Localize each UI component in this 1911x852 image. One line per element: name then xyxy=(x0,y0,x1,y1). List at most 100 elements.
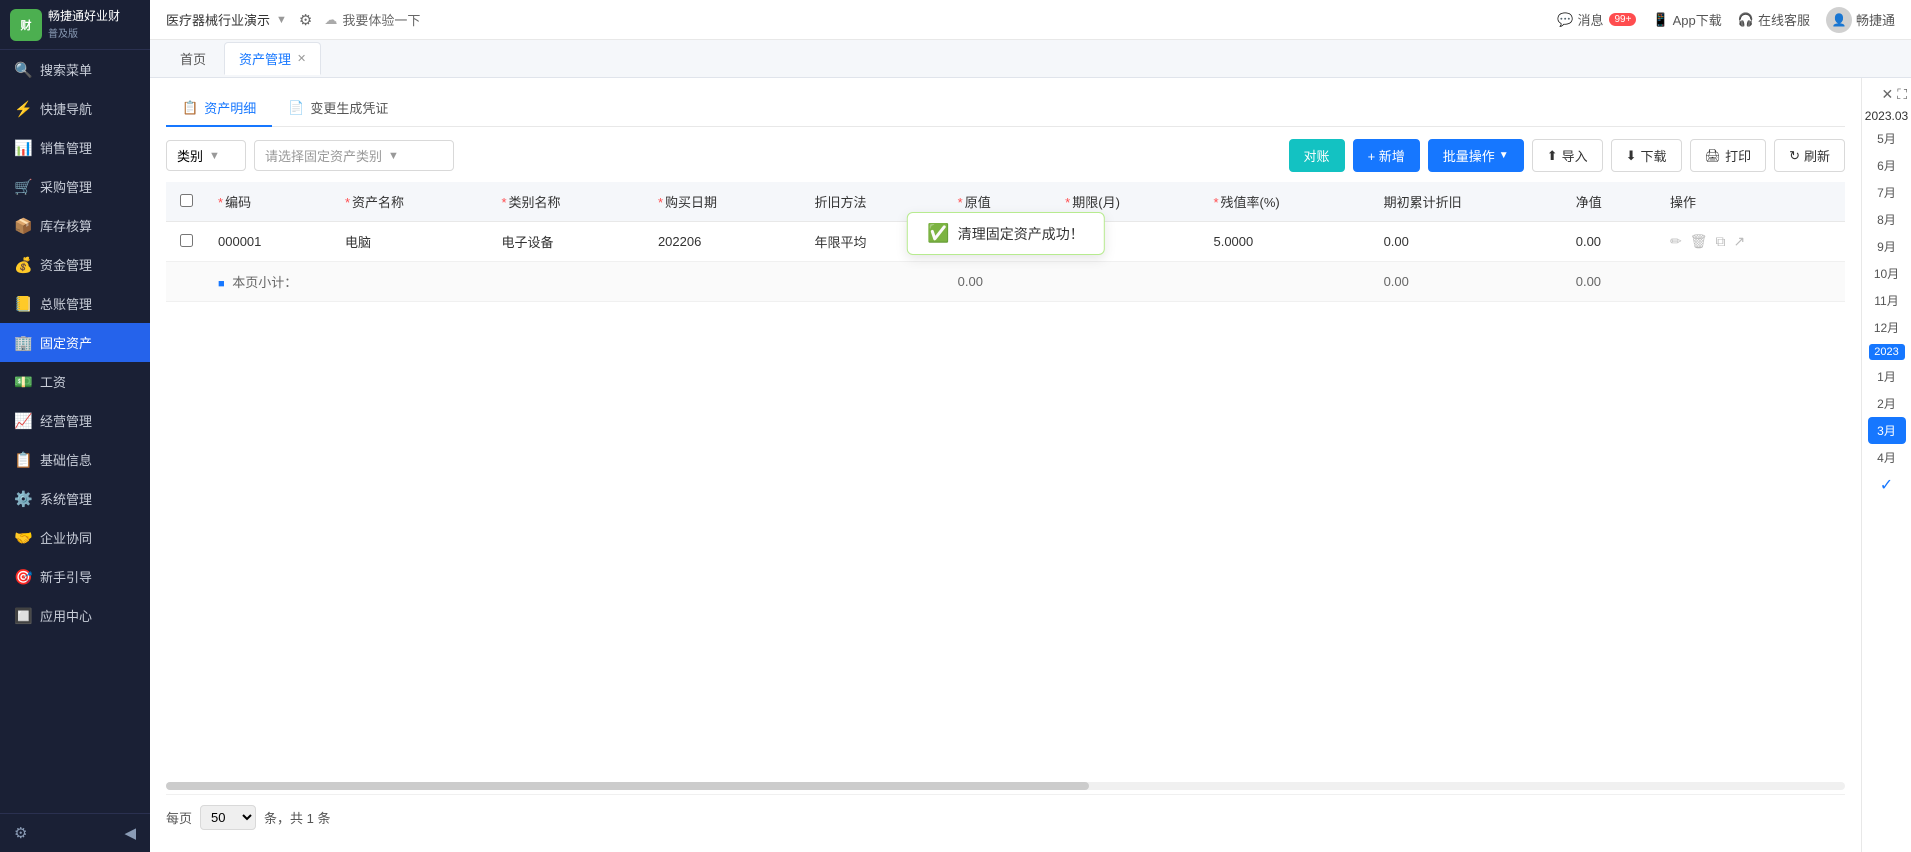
sidebar: 财 畅捷通好业财 普及版 🔍搜索菜单⚡快捷导航📊销售管理🛒采购管理📦库存核算💰资… xyxy=(0,0,150,852)
page-size-select[interactable]: 50 100 200 xyxy=(200,805,256,830)
purchase-icon: 🛒 xyxy=(14,178,32,196)
category-input-arrow-icon: ▼ xyxy=(388,150,399,162)
reconcile-button[interactable]: 对账 xyxy=(1289,139,1345,172)
ledger-icon: 📒 xyxy=(14,295,32,313)
toolbar: 类别 ▼ 请选择固定资产类别 ▼ 对账 + 新增 xyxy=(166,139,1845,172)
month-item-4月[interactable]: 4月 xyxy=(1868,444,1906,471)
month-item-6月[interactable]: 6月 xyxy=(1868,152,1906,179)
sidebar-item-basic[interactable]: 📋基础信息 xyxy=(0,440,150,479)
company-dropdown-icon: ▼ xyxy=(276,14,287,26)
sidebar-item-purchase[interactable]: 🛒采购管理 xyxy=(0,167,150,206)
expand-panel-icon[interactable]: ⛶ xyxy=(1897,86,1907,103)
sidebar-item-quicknav[interactable]: ⚡快捷导航 xyxy=(0,89,150,128)
sidebar-bottom: ⚙ ◀ xyxy=(0,813,150,852)
page-content: 📋 资产明细 📄 变更生成凭证 类别 ▼ 请选择固定资产类别 xyxy=(150,78,1861,852)
sidebar-item-ops[interactable]: 📈经营管理 xyxy=(0,401,150,440)
sidebar-item-label-inventory: 库存核算 xyxy=(40,216,92,235)
settings-gear-icon[interactable]: ⚙ xyxy=(299,11,312,29)
sub-tabs: 📋 资产明细 📄 变更生成凭证 xyxy=(166,90,1845,127)
download-button[interactable]: ⬇ 下载 xyxy=(1611,139,1682,172)
month-item-10月[interactable]: 10月 xyxy=(1868,260,1906,287)
user-profile[interactable]: 👤 畅捷通 xyxy=(1826,7,1895,33)
category-input[interactable]: 请选择固定资产类别 ▼ xyxy=(254,140,454,171)
sidebar-item-appstore[interactable]: 🔲应用中心 xyxy=(0,596,150,635)
right-panel: ✕ ⛶ 2023.03 5月6月7月8月9月10月11月12月20231月2月3… xyxy=(1861,78,1911,852)
collapse-icon[interactable]: ◀ xyxy=(124,824,136,842)
sidebar-item-label-ops: 经营管理 xyxy=(40,411,92,430)
sidebar-item-system[interactable]: ⚙️系统管理 xyxy=(0,479,150,518)
sidebar-item-label-sales: 销售管理 xyxy=(40,138,92,157)
horizontal-scrollbar[interactable] xyxy=(166,782,1845,790)
sidebar-item-sales[interactable]: 📊销售管理 xyxy=(0,128,150,167)
settings-icon[interactable]: ⚙ xyxy=(14,824,27,842)
close-panel-icon[interactable]: ✕ xyxy=(1881,86,1893,103)
sub-tab-asset-detail[interactable]: 📋 资产明细 xyxy=(166,90,272,127)
select-all-checkbox[interactable] xyxy=(180,194,193,207)
service-label: 在线客服 xyxy=(1758,10,1810,29)
sidebar-logo: 财 畅捷通好业财 普及版 xyxy=(0,0,150,50)
edit-icon[interactable]: ✏ xyxy=(1670,233,1682,250)
company-selector[interactable]: 医疗器械行业演示 ▼ xyxy=(166,10,287,29)
app-download-button[interactable]: 📱 App下载 xyxy=(1652,10,1721,29)
sidebar-item-salary[interactable]: 💵工资 xyxy=(0,362,150,401)
tab-asset-management[interactable]: 资产管理 ✕ xyxy=(224,42,321,75)
sidebar-item-ledger[interactable]: 📒总账管理 xyxy=(0,284,150,323)
experience-button[interactable]: ☁ 我要体验一下 xyxy=(324,10,420,29)
batch-button[interactable]: 批量操作 ▼ xyxy=(1428,139,1524,172)
category-filter[interactable]: 类别 ▼ xyxy=(166,140,246,171)
experience-label: 我要体验一下 xyxy=(342,10,420,29)
table-container: ✅ 清理固定资产成功！ *编码 *资产名称 *类别名称 *购买日期 xyxy=(166,182,1845,778)
notifications-button[interactable]: 💬 消息 99+ xyxy=(1557,10,1636,29)
logo-icon: 财 xyxy=(10,9,42,41)
notification-badge: 99+ xyxy=(1609,13,1636,26)
header-category: *类别名称 xyxy=(489,182,646,222)
category-placeholder: 请选择固定资产类别 xyxy=(265,146,382,165)
more-icon[interactable]: ↗ xyxy=(1733,233,1745,250)
row-checkbox[interactable] xyxy=(180,234,193,247)
tab-close-icon[interactable]: ✕ xyxy=(297,52,306,65)
subtotal-empty-check xyxy=(166,262,206,302)
sub-tab-voucher[interactable]: 📄 变更生成凭证 xyxy=(272,90,404,127)
delete-icon[interactable]: 🗑 xyxy=(1690,233,1708,250)
month-item-2月[interactable]: 2月 xyxy=(1868,390,1906,417)
print-icon: 🖨 xyxy=(1705,148,1722,164)
month-item-8月[interactable]: 8月 xyxy=(1868,206,1906,233)
header-checkbox-cell xyxy=(166,182,206,222)
month-item-5月[interactable]: 5月 xyxy=(1868,125,1906,152)
confirm-icon[interactable]: ✓ xyxy=(1880,475,1893,495)
online-service-button[interactable]: 🎧 在线客服 xyxy=(1738,10,1810,29)
refresh-label: 刷新 xyxy=(1804,146,1830,165)
sidebar-item-funds[interactable]: 💰资金管理 xyxy=(0,245,150,284)
appstore-icon: 🔲 xyxy=(14,607,32,625)
voucher-icon: 📄 xyxy=(288,100,304,116)
subtotal-net-value: 0.00 xyxy=(1564,262,1658,302)
month-item-12月[interactable]: 12月 xyxy=(1868,314,1906,341)
scrollbar-thumb xyxy=(166,782,1089,790)
category-arrow-icon: ▼ xyxy=(209,150,220,162)
salary-icon: 💵 xyxy=(14,373,32,391)
month-item-11月[interactable]: 11月 xyxy=(1868,287,1906,314)
month-item-7月[interactable]: 7月 xyxy=(1868,179,1906,206)
month-item-3月[interactable]: 3月 xyxy=(1868,417,1906,444)
sidebar-item-collab[interactable]: 🤝企业协同 xyxy=(0,518,150,557)
sidebar-item-inventory[interactable]: 📦库存核算 xyxy=(0,206,150,245)
print-button[interactable]: 🖨 打印 xyxy=(1690,139,1767,172)
import-button[interactable]: ⬆ 导入 xyxy=(1532,139,1603,172)
copy-icon[interactable]: ⧉ xyxy=(1715,233,1725,250)
sidebar-item-search[interactable]: 🔍搜索菜单 xyxy=(0,50,150,89)
month-item-1月[interactable]: 1月 xyxy=(1868,363,1906,390)
month-item-9月[interactable]: 9月 xyxy=(1868,233,1906,260)
print-label: 打印 xyxy=(1725,146,1751,165)
refresh-button[interactable]: ↻ 刷新 xyxy=(1774,139,1845,172)
main-wrapper: 医疗器械行业演示 ▼ ⚙ ☁ 我要体验一下 💬 消息 99+ 📱 App下载 🎧… xyxy=(150,0,1911,852)
basic-icon: 📋 xyxy=(14,451,32,469)
batch-label: 批量操作 xyxy=(1443,146,1495,165)
tab-home[interactable]: 首页 xyxy=(166,43,220,74)
table-footer: 每页 50 100 200 条，共 1 条 xyxy=(166,794,1845,840)
header-initial-accumulated: 期初累计折旧 xyxy=(1372,182,1564,222)
list-icon: 📋 xyxy=(182,100,198,116)
new-button[interactable]: + 新增 xyxy=(1353,139,1420,172)
refresh-icon: ↻ xyxy=(1789,148,1800,164)
sidebar-item-fixed[interactable]: 🏢固定资产 xyxy=(0,323,150,362)
sidebar-item-guide[interactable]: 🎯新手引导 xyxy=(0,557,150,596)
